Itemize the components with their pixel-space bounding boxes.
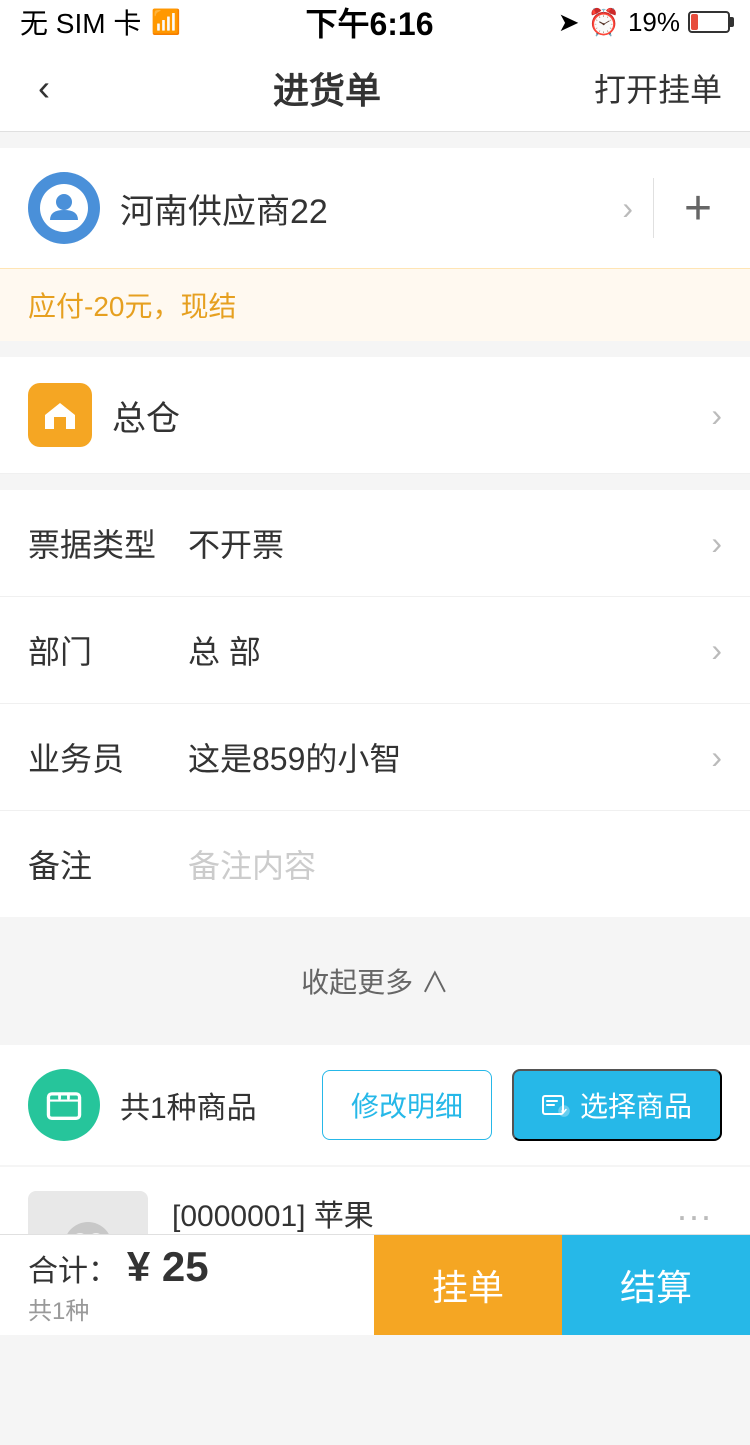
- footer-total-row: 合计： ¥ 25: [28, 1243, 346, 1291]
- collapse-button[interactable]: 收起更多 ∧: [0, 933, 750, 1029]
- status-right: ➤ ⏰ 19%: [558, 7, 730, 38]
- remark-label: 备注: [28, 841, 188, 887]
- salesman-row[interactable]: 业务员 这是859的小智 ›: [0, 704, 750, 811]
- status-left: 无 SIM 卡 📶: [20, 2, 181, 42]
- salesman-value: 这是859的小智: [188, 734, 701, 780]
- invoice-type-value: 不开票: [188, 520, 701, 566]
- supplier-divider: [653, 178, 654, 238]
- location-icon: ➤: [558, 7, 580, 38]
- page-title: 进货单: [273, 62, 381, 114]
- warehouse-section: 总仓 ›: [0, 357, 750, 474]
- products-header: 共1种商品 修改明细 选择商品: [0, 1045, 750, 1165]
- invoice-type-row[interactable]: 票据类型 不开票 ›: [0, 490, 750, 597]
- department-chevron-icon: ›: [711, 632, 722, 669]
- warehouse-icon: [42, 397, 78, 433]
- status-time: 下午6:16: [305, 0, 433, 45]
- products-icon: [44, 1085, 84, 1125]
- notice-text: 应付-20元，现结: [28, 291, 236, 322]
- nav-bar: ‹ 进货单 打开挂单: [0, 44, 750, 132]
- open-pending-button[interactable]: 打开挂单: [594, 65, 722, 111]
- footer: 合计： ¥ 25 共1种 挂单 结算: [0, 1234, 750, 1334]
- supplier-section: 河南供应商22 › + 应付-20元，现结: [0, 148, 750, 341]
- footer-total: 合计： ¥ 25 共1种: [0, 1243, 374, 1326]
- salesman-label: 业务员: [28, 734, 188, 780]
- select-product-icon: [542, 1091, 570, 1119]
- hang-order-button[interactable]: 挂单: [374, 1235, 562, 1335]
- modify-detail-button[interactable]: 修改明细: [322, 1070, 492, 1140]
- department-row[interactable]: 部门 总 部 ›: [0, 597, 750, 704]
- alarm-icon: ⏰: [588, 7, 620, 38]
- supplier-row[interactable]: 河南供应商22 › +: [0, 148, 750, 268]
- department-label: 部门: [28, 627, 188, 673]
- add-button[interactable]: +: [674, 181, 722, 236]
- total-label: 合计：: [28, 1255, 118, 1288]
- supplier-chevron-icon: ›: [622, 190, 633, 227]
- total-amount: ¥ 25: [127, 1243, 209, 1290]
- products-icon-wrap: [28, 1069, 100, 1141]
- person-icon: [46, 190, 82, 226]
- battery-percent: 19%: [628, 7, 680, 38]
- battery-icon: [688, 11, 730, 33]
- supplier-avatar: [28, 172, 100, 244]
- total-sub-label: 共1种: [28, 1291, 346, 1326]
- back-button[interactable]: ‹: [28, 57, 60, 119]
- warehouse-icon-wrap: [28, 383, 92, 447]
- select-product-label: 选择商品: [580, 1085, 692, 1125]
- warehouse-chevron-icon: ›: [711, 397, 722, 434]
- supplier-name: 河南供应商22: [120, 184, 612, 233]
- warehouse-row[interactable]: 总仓 ›: [0, 357, 750, 474]
- remark-row[interactable]: 备注 备注内容: [0, 811, 750, 917]
- salesman-chevron-icon: ›: [711, 739, 722, 776]
- department-value: 总 部: [188, 627, 701, 673]
- notice-banner: 应付-20元，现结: [0, 268, 750, 341]
- status-bar: 无 SIM 卡 📶 下午6:16 ➤ ⏰ 19%: [0, 0, 750, 44]
- invoice-type-label: 票据类型: [28, 520, 188, 566]
- remark-input[interactable]: 备注内容: [188, 841, 722, 887]
- product-count-label: 共1种商品: [120, 1083, 302, 1127]
- checkout-button[interactable]: 结算: [562, 1235, 750, 1335]
- invoice-chevron-icon: ›: [711, 525, 722, 562]
- form-section: 票据类型 不开票 › 部门 总 部 › 业务员 这是859的小智 › 备注 备注…: [0, 490, 750, 917]
- product-name: [0000001] 苹果: [172, 1191, 642, 1235]
- warehouse-name: 总仓: [112, 391, 701, 440]
- select-product-button[interactable]: 选择商品: [512, 1069, 722, 1141]
- wifi-icon: 📶: [151, 8, 181, 37]
- carrier-label: 无 SIM 卡: [20, 2, 141, 42]
